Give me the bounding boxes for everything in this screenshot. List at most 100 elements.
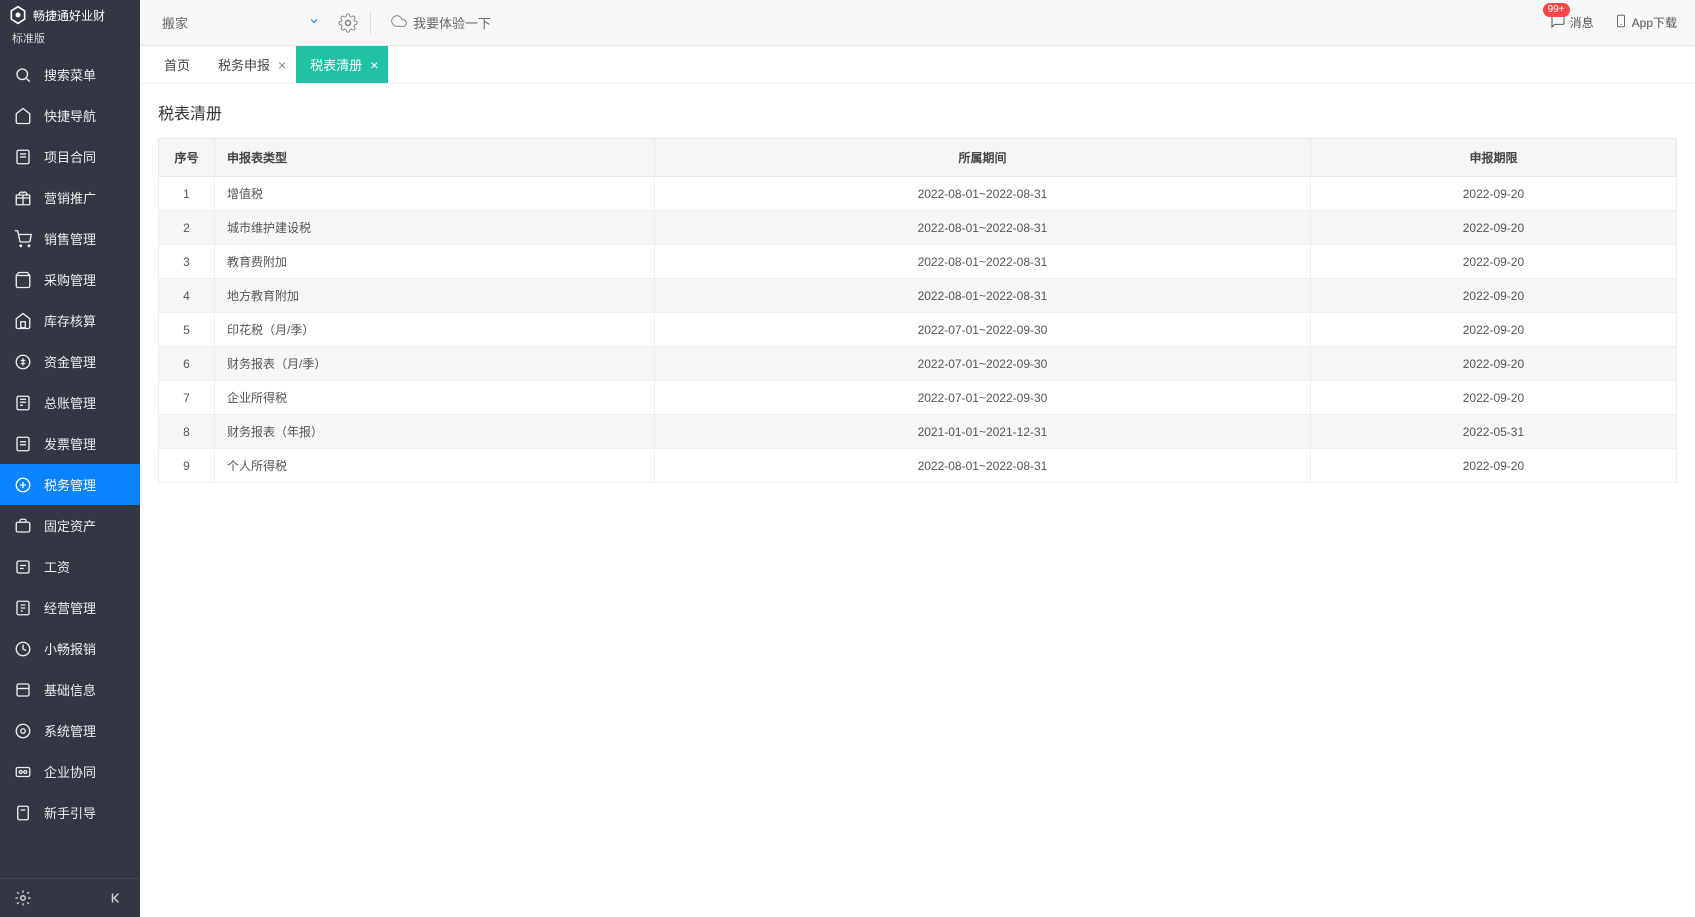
- sidebar: 畅捷通好业财 标准版 搜索菜单快捷导航项目合同营销推广销售管理采购管理库存核算资…: [0, 0, 140, 917]
- phone-icon: [1614, 14, 1628, 31]
- experience-link[interactable]: 我要体验一下: [383, 9, 499, 36]
- table-row[interactable]: 6财务报表（月/季）2022-07-01~2022-09-302022-09-2…: [159, 347, 1677, 381]
- main: 搬家 我要体验一下 99+ 消息: [140, 0, 1695, 917]
- sidebar-item-label: 基础信息: [44, 680, 96, 699]
- cell-index: 8: [159, 415, 215, 449]
- table-row[interactable]: 9个人所得税2022-08-01~2022-08-312022-09-20: [159, 449, 1677, 483]
- cell-deadline: 2022-09-20: [1310, 177, 1676, 211]
- tab[interactable]: 税务申报 ×: [204, 46, 296, 83]
- cell-type: 城市维护建设税: [215, 211, 655, 245]
- sidebar-item-doc[interactable]: 项目合同: [0, 136, 140, 177]
- sidebar-item-label: 系统管理: [44, 721, 96, 740]
- tax-icon: [14, 476, 32, 494]
- gear-icon[interactable]: [338, 13, 358, 33]
- sidebar-item-label: 发票管理: [44, 434, 96, 453]
- coin-icon: [14, 353, 32, 371]
- settings-icon[interactable]: [14, 889, 32, 907]
- sidebar-item-label: 快捷导航: [44, 106, 96, 125]
- cell-deadline: 2022-09-20: [1310, 347, 1676, 381]
- sidebar-item-info[interactable]: 基础信息: [0, 669, 140, 710]
- house-icon: [14, 312, 32, 330]
- cell-period: 2022-08-01~2022-08-31: [655, 245, 1311, 279]
- invoice-icon: [14, 435, 32, 453]
- tab[interactable]: 税表清册×: [296, 46, 388, 83]
- sidebar-item-home[interactable]: 快捷导航: [0, 95, 140, 136]
- sidebar-item-gift[interactable]: 营销推广: [0, 177, 140, 218]
- table-row[interactable]: 1增值税2022-08-01~2022-08-312022-09-20: [159, 177, 1677, 211]
- cell-period: 2022-08-01~2022-08-31: [655, 279, 1311, 313]
- cell-period: 2022-07-01~2022-09-30: [655, 313, 1311, 347]
- collapse-icon[interactable]: [108, 889, 126, 907]
- sidebar-item-search[interactable]: 搜索菜单: [0, 54, 140, 95]
- sidebar-item-ledger[interactable]: 总账管理: [0, 382, 140, 423]
- sidebar-item-biz[interactable]: 经营管理: [0, 587, 140, 628]
- cell-index: 7: [159, 381, 215, 415]
- sidebar-footer: [0, 878, 140, 917]
- sidebar-item-label: 企业协同: [44, 762, 96, 781]
- content: 税表清册 序号 申报表类型 所属期间 申报期限 1增值税2022-08-01~2…: [140, 84, 1695, 917]
- sidebar-item-asset[interactable]: 固定资产: [0, 505, 140, 546]
- system-icon: [14, 722, 32, 740]
- messages-label: 消息: [1570, 14, 1594, 31]
- cart-icon: [14, 230, 32, 248]
- cell-period: 2022-07-01~2022-09-30: [655, 347, 1311, 381]
- sidebar-item-salary[interactable]: 工资: [0, 546, 140, 587]
- app-download-label: App下载: [1632, 14, 1677, 31]
- topbar: 搬家 我要体验一下 99+ 消息: [140, 0, 1695, 46]
- cell-index: 1: [159, 177, 215, 211]
- cell-deadline: 2022-05-31: [1310, 415, 1676, 449]
- sidebar-item-label: 库存核算: [44, 311, 96, 330]
- sidebar-item-collab[interactable]: 企业协同: [0, 751, 140, 792]
- cell-index: 4: [159, 279, 215, 313]
- cell-period: 2022-08-01~2022-08-31: [655, 211, 1311, 245]
- sidebar-item-system[interactable]: 系统管理: [0, 710, 140, 751]
- org-selector[interactable]: 搬家: [152, 9, 330, 36]
- brand-edition: 标准版: [0, 28, 140, 54]
- sidebar-item-label: 营销推广: [44, 188, 96, 207]
- table-row[interactable]: 2城市维护建设税2022-08-01~2022-08-312022-09-20: [159, 211, 1677, 245]
- sidebar-item-label: 工资: [44, 557, 70, 576]
- app-download-button[interactable]: App下载: [1608, 10, 1683, 35]
- experience-label: 我要体验一下: [413, 13, 491, 32]
- col-deadline-header: 申报期限: [1310, 139, 1676, 177]
- bag-icon: [14, 271, 32, 289]
- sidebar-item-cart[interactable]: 销售管理: [0, 218, 140, 259]
- sidebar-item-bag[interactable]: 采购管理: [0, 259, 140, 300]
- tab[interactable]: 首页: [150, 46, 204, 83]
- ledger-icon: [14, 394, 32, 412]
- col-period-header: 所属期间: [655, 139, 1311, 177]
- table-row[interactable]: 4地方教育附加2022-08-01~2022-08-312022-09-20: [159, 279, 1677, 313]
- col-type-header: 申报表类型: [215, 139, 655, 177]
- sidebar-item-label: 新手引导: [44, 803, 96, 822]
- sidebar-item-invoice[interactable]: 发票管理: [0, 423, 140, 464]
- close-icon[interactable]: ×: [276, 57, 288, 73]
- brand-logo-icon: [8, 5, 28, 25]
- table-row[interactable]: 5印花税（月/季）2022-07-01~2022-09-302022-09-20: [159, 313, 1677, 347]
- sidebar-item-house[interactable]: 库存核算: [0, 300, 140, 341]
- table-row[interactable]: 3教育费附加2022-08-01~2022-08-312022-09-20: [159, 245, 1677, 279]
- cell-period: 2021-01-01~2021-12-31: [655, 415, 1311, 449]
- sidebar-item-expense[interactable]: 小畅报销: [0, 628, 140, 669]
- cell-type: 财务报表（年报）: [215, 415, 655, 449]
- sidebar-item-label: 销售管理: [44, 229, 96, 248]
- cell-type: 印花税（月/季）: [215, 313, 655, 347]
- sidebar-item-label: 采购管理: [44, 270, 96, 289]
- cell-type: 企业所得税: [215, 381, 655, 415]
- sidebar-item-guide[interactable]: 新手引导: [0, 792, 140, 833]
- messages-button[interactable]: 99+ 消息: [1544, 9, 1600, 36]
- cell-deadline: 2022-09-20: [1310, 381, 1676, 415]
- sidebar-item-tax[interactable]: 税务管理: [0, 464, 140, 505]
- sidebar-item-label: 搜索菜单: [44, 65, 96, 84]
- expense-icon: [14, 640, 32, 658]
- tab-label: 税务申报: [218, 55, 270, 74]
- table-row[interactable]: 8财务报表（年报）2021-01-01~2021-12-312022-05-31: [159, 415, 1677, 449]
- cell-type: 增值税: [215, 177, 655, 211]
- close-icon[interactable]: ×: [368, 57, 380, 73]
- table-row[interactable]: 7企业所得税2022-07-01~2022-09-302022-09-20: [159, 381, 1677, 415]
- cell-index: 9: [159, 449, 215, 483]
- brand-name: 畅捷通好业财: [33, 7, 105, 24]
- sidebar-item-coin[interactable]: 资金管理: [0, 341, 140, 382]
- cell-deadline: 2022-09-20: [1310, 211, 1676, 245]
- chevron-down-icon: [308, 15, 320, 30]
- divider: [370, 12, 371, 34]
